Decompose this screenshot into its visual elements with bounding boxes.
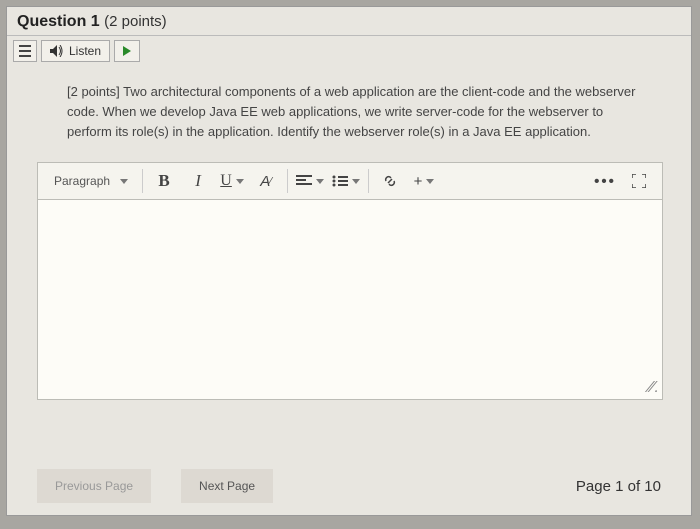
insert-dropdown[interactable]: + (407, 166, 441, 196)
font-color-button[interactable]: A⁄ (249, 166, 283, 196)
chevron-down-icon (352, 179, 360, 184)
chevron-down-icon (236, 179, 244, 184)
italic-button[interactable]: I (181, 166, 215, 196)
play-icon (123, 46, 131, 56)
question-prompt: [2 points] Two architectural components … (7, 68, 691, 152)
editor-textarea[interactable]: ⁄⁄. (37, 200, 663, 400)
question-points: (2 points) (104, 13, 167, 30)
align-left-icon (296, 175, 312, 187)
align-dropdown[interactable] (292, 166, 328, 196)
expand-icon (632, 174, 646, 188)
previous-page-button[interactable]: Previous Page (37, 469, 151, 503)
next-page-button[interactable]: Next Page (181, 469, 273, 503)
question-header: Question 1 (2 points) (7, 7, 691, 36)
more-button[interactable]: ••• (588, 166, 622, 196)
chevron-down-icon (426, 179, 434, 184)
quiz-page: Question 1 (2 points) Listen [2 points] … (6, 6, 692, 516)
fullscreen-button[interactable] (622, 166, 656, 196)
speaker-icon (50, 45, 64, 57)
menu-icon[interactable] (13, 40, 37, 62)
listen-row: Listen (7, 36, 691, 68)
underline-button[interactable]: U (215, 166, 249, 196)
editor-toolbar: Paragraph B I U A⁄ (37, 162, 663, 200)
link-icon (382, 173, 398, 189)
chevron-down-icon (120, 179, 128, 184)
resize-handle-icon[interactable]: ⁄⁄. (649, 379, 659, 397)
paragraph-style-dropdown[interactable]: Paragraph (44, 166, 138, 196)
rich-text-editor: Paragraph B I U A⁄ (37, 162, 663, 400)
link-button[interactable] (373, 166, 407, 196)
page-footer: Previous Page Next Page Page 1 of 10 (7, 469, 691, 503)
list-dropdown[interactable] (328, 166, 364, 196)
bullet-list-icon (332, 175, 348, 187)
bold-button[interactable]: B (147, 166, 181, 196)
play-button[interactable] (114, 40, 140, 62)
listen-button[interactable]: Listen (41, 40, 110, 62)
chevron-down-icon (316, 179, 324, 184)
page-indicator: Page 1 of 10 (576, 478, 661, 495)
listen-label: Listen (69, 44, 101, 58)
question-number: Question 1 (17, 13, 100, 30)
